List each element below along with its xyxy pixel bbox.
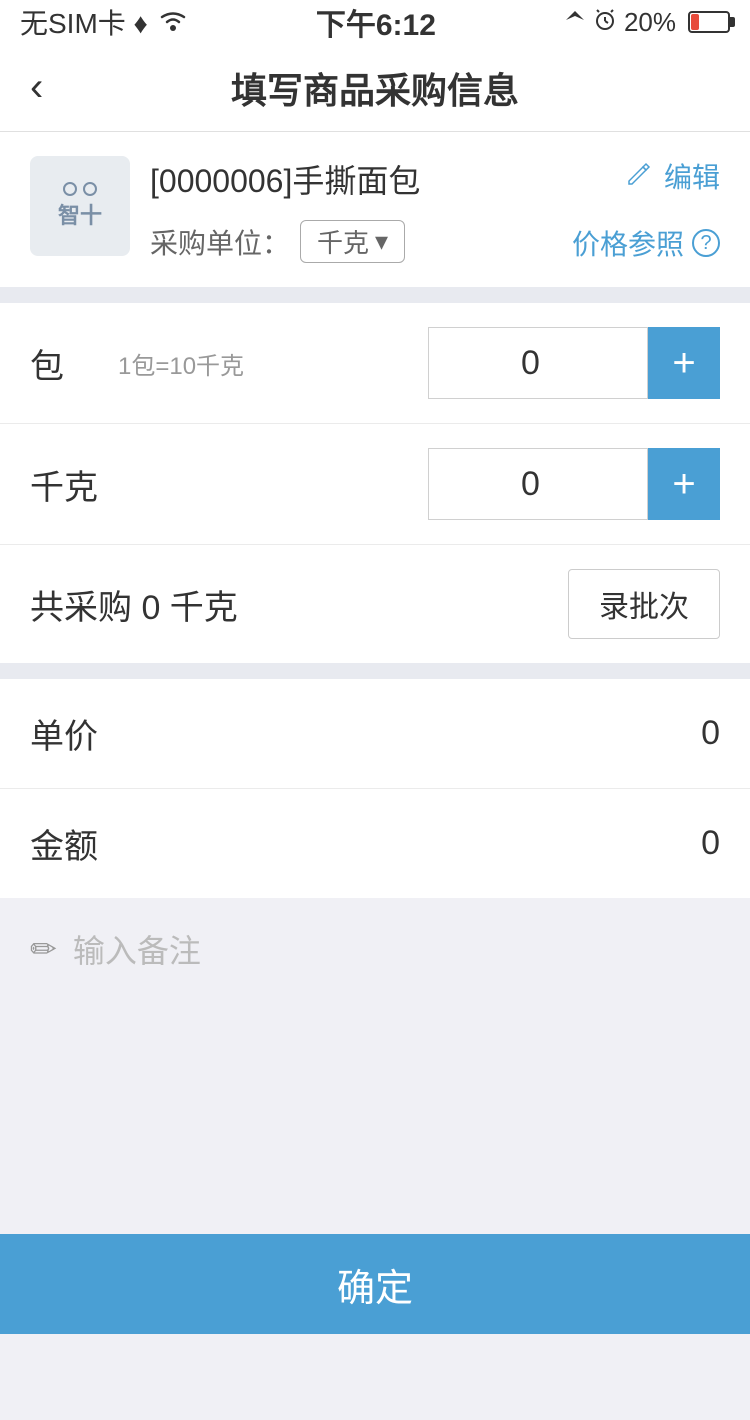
kg-plus-button[interactable]: + [648, 448, 720, 520]
amount-row: 金额 0 [0, 789, 750, 898]
section-divider-2 [0, 663, 750, 679]
edit-button[interactable]: 编辑 [626, 156, 720, 196]
alarm-icon [594, 7, 616, 38]
bao-label: 包 [30, 339, 110, 388]
unit-label: 采购单位： [150, 222, 290, 262]
nav-bar: ‹ 填写商品采购信息 [0, 44, 750, 132]
wifi-icon [158, 6, 188, 38]
status-bar: 无SIM卡 ♦ 下午6:12 [0, 0, 750, 44]
kg-input-row: 千克 + [0, 424, 750, 545]
chevron-down-icon: ▾ [375, 226, 388, 257]
input-section: 包 1包=10千克 + 千克 + [0, 303, 750, 545]
unit-price-label: 单价 [30, 709, 98, 758]
summary-row: 共采购 0 千克 录批次 [0, 545, 750, 663]
battery-percent: 20% [624, 7, 676, 38]
sim-label: 无SIM卡 ♦ [20, 2, 148, 42]
unit-price-value: 0 [701, 714, 720, 753]
bao-sublabel: 1包=10千克 [118, 346, 428, 381]
amount-value: 0 [701, 824, 720, 863]
price-section: 单价 0 金额 0 [0, 679, 750, 898]
bao-plus-button[interactable]: + [648, 327, 720, 399]
kg-input-control: + [428, 448, 720, 520]
amount-label: 金额 [30, 819, 98, 868]
status-right: 20% [564, 7, 730, 38]
bao-input-row: 包 1包=10千克 + [0, 303, 750, 424]
kg-input[interactable] [428, 448, 648, 520]
help-icon: ? [692, 229, 720, 257]
batch-button[interactable]: 录批次 [568, 569, 720, 639]
bao-input[interactable] [428, 327, 648, 399]
unit-price-row: 单价 0 [0, 679, 750, 789]
status-left: 无SIM卡 ♦ [20, 2, 188, 42]
unit-dropdown[interactable]: 千克 ▾ [300, 220, 405, 263]
location-icon [564, 7, 586, 38]
summary-text: 共采购 0 千克 [30, 580, 238, 629]
page-title: 填写商品采购信息 [231, 62, 519, 114]
bao-input-control: + [428, 327, 720, 399]
notes-placeholder: 输入备注 [73, 926, 201, 972]
section-divider-1 [0, 287, 750, 303]
confirm-button[interactable]: 确定 [0, 1234, 750, 1334]
status-time: 下午6:12 [316, 0, 436, 44]
back-button[interactable]: ‹ [30, 65, 43, 110]
product-thumbnail: 智十 [30, 156, 130, 256]
product-card: 智十 [0000006]手撕面包 采购单位： 千克 ▾ 编辑 价格参照 ? [0, 132, 750, 287]
pencil-icon: ✏ [30, 930, 57, 968]
battery-icon [688, 11, 730, 33]
kg-label: 千克 [30, 460, 110, 509]
notes-section[interactable]: ✏ 输入备注 [0, 898, 750, 1000]
price-ref-button[interactable]: 价格参照 ? [572, 223, 720, 263]
